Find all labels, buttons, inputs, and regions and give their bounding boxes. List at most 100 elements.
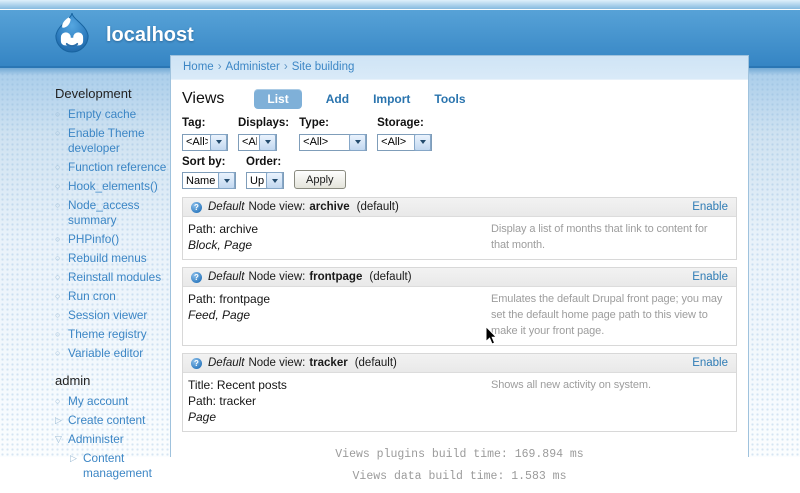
sidebar-item[interactable]: ○ Function reference <box>55 160 173 175</box>
enable-link[interactable]: Enable <box>692 201 728 213</box>
circle-bullet-icon: ○ <box>55 109 61 119</box>
tab-import[interactable]: Import <box>373 92 410 106</box>
view-suffix: (default) <box>369 271 412 283</box>
sidebar-item[interactable]: ▽ Administer <box>55 432 173 447</box>
filter-select[interactable]: <All> <box>182 133 228 151</box>
sidebar-item-label[interactable]: Empty cache <box>68 107 136 121</box>
chevron-down-icon[interactable] <box>266 172 283 189</box>
sidebar-item[interactable]: ○ Reinstall modules <box>55 270 173 285</box>
chevron-triangle <box>215 140 222 144</box>
view-suffix: (default) <box>356 201 399 213</box>
filter-select[interactable]: Name <box>182 172 236 189</box>
site-name[interactable]: localhost <box>106 24 194 47</box>
selected-option: <All> <box>303 136 329 148</box>
views-list: ? Default Node view: archive (default) Enable… <box>182 197 737 432</box>
sidebar-item[interactable]: ○ Run cron <box>55 289 173 304</box>
breadcrumb-link[interactable]: Home <box>183 61 214 73</box>
circle-bullet-icon: ○ <box>55 200 61 210</box>
sidebar-item-label[interactable]: Theme registry <box>68 327 147 341</box>
sidebar-item-label[interactable]: Hook_elements() <box>68 179 158 193</box>
view-detail-line: Path: tracker <box>188 394 257 408</box>
page-title: Views <box>182 90 225 107</box>
enable-link[interactable]: Enable <box>692 271 728 283</box>
sidebar-item-label[interactable]: Node_access summary <box>68 198 139 227</box>
apply-button[interactable]: Apply <box>294 170 346 189</box>
filter-select[interactable]: <All> <box>299 133 368 151</box>
chevron-down-icon[interactable] <box>210 133 227 151</box>
panel-content: Views List Add Import Tools Tag: <All> Displa… <box>171 80 748 483</box>
sidebar-item-label[interactable]: Function reference <box>68 160 166 174</box>
site-branding[interactable]: localhost <box>53 12 194 59</box>
sidebar-item-label[interactable]: Reinstall modules <box>68 270 161 284</box>
chevron-triangle <box>419 140 426 144</box>
chevron-triangle <box>223 178 230 183</box>
drupal-logo-icon[interactable] <box>53 12 91 59</box>
sidebar-item[interactable]: ○ Hook_elements() <box>55 179 173 194</box>
tab-tools[interactable]: Tools <box>434 92 465 106</box>
sidebar-item-label[interactable]: Create content <box>68 413 145 427</box>
sidebar-item-label[interactable]: Run cron <box>68 289 116 303</box>
sidebar-item[interactable]: ○ My account <box>55 394 173 409</box>
sidebar-item[interactable]: ▷ Content management <box>70 451 173 481</box>
chevron-down-icon[interactable] <box>259 133 276 151</box>
sidebar-item-label[interactable]: PHPinfo() <box>68 232 119 246</box>
view-detail-line: Title: Recent posts <box>188 378 287 392</box>
help-icon[interactable]: ? <box>191 357 202 369</box>
chevron-triangle <box>264 140 271 144</box>
sidebar-item-label[interactable]: Content management <box>83 451 152 480</box>
sidebar-item-label[interactable]: Variable editor <box>68 346 143 360</box>
sidebar-item-label[interactable]: My account <box>68 394 128 408</box>
sidebar-item[interactable]: ○ Variable editor <box>55 346 173 361</box>
sidebar-item-label[interactable]: Enable Theme developer <box>68 126 145 155</box>
filter-select[interactable]: <All> <box>377 133 433 151</box>
chevron-triangle <box>271 178 278 183</box>
sidebar-item[interactable]: ○ Empty cache <box>55 107 173 122</box>
selected-option: Up <box>250 174 264 187</box>
view-displays: Feed, Page <box>188 308 251 322</box>
filter-label: Storage: <box>377 117 424 129</box>
sidebar-item-label[interactable]: Rebuild menus <box>68 251 147 265</box>
circle-bullet-icon: ○ <box>55 329 61 339</box>
tab-label[interactable]: Import <box>373 92 410 106</box>
view-detail-line: Path: frontpage <box>188 292 271 306</box>
help-icon[interactable]: ? <box>191 201 202 213</box>
tab-label[interactable]: Tools <box>434 92 465 106</box>
chevron-down-icon[interactable] <box>414 133 432 151</box>
sidebar-item-label[interactable]: Administer <box>68 432 124 446</box>
sidebar-item[interactable]: ○ Node_access summary <box>55 198 173 228</box>
breadcrumb-separator: › <box>217 61 222 73</box>
breadcrumb-link[interactable]: Site building <box>292 61 355 73</box>
tab-label[interactable]: Add <box>326 92 349 106</box>
sidebar-item[interactable]: ○ Enable Theme developer <box>55 126 173 156</box>
sidebar-item[interactable]: ○ Rebuild menus <box>55 251 173 266</box>
filter-select[interactable]: <All> <box>238 133 277 151</box>
view-displays: Block, Page <box>188 238 253 252</box>
view-row-header: ? Default Node view: archive (default) Enable <box>183 198 736 217</box>
tab-add[interactable]: Add <box>326 92 349 106</box>
content-panel: Home › Administer › Site building Views List… <box>170 55 749 483</box>
circle-bullet-icon: ○ <box>55 181 61 191</box>
selected-option: <All> <box>381 136 407 148</box>
sidebar-item[interactable]: ▷ Create content <box>55 413 173 428</box>
view-default-badge: Default <box>208 357 245 369</box>
view-row-body: Path: frontpage Feed, Page Emulates the de… <box>183 287 736 345</box>
tab-list[interactable]: List <box>254 89 302 109</box>
sidebar-item-label[interactable]: Session viewer <box>68 308 147 322</box>
sidebar-section: Development ○ Empty cache ○ Enable Theme dev… <box>55 86 173 361</box>
tab-label[interactable]: List <box>254 89 302 109</box>
view-suffix: (default) <box>354 357 397 369</box>
help-icon[interactable]: ? <box>191 271 202 283</box>
view-default-badge: Default <box>208 201 245 213</box>
title-row: Views List Add Import Tools <box>182 89 737 109</box>
chevron-down-icon[interactable] <box>218 172 235 189</box>
enable-link[interactable]: Enable <box>692 357 728 369</box>
top-gradient-strip <box>0 0 800 10</box>
circle-bullet-icon: ○ <box>55 162 61 172</box>
sidebar-item[interactable]: ○ Session viewer <box>55 308 173 323</box>
chevron-down-icon[interactable] <box>349 133 367 151</box>
sidebar-item[interactable]: ○ Theme registry <box>55 327 173 342</box>
filter-select[interactable]: Up <box>246 172 284 189</box>
breadcrumb-link[interactable]: Administer <box>226 61 280 73</box>
filter-label: Displays: <box>238 117 290 129</box>
sidebar-item[interactable]: ○ PHPinfo() <box>55 232 173 247</box>
